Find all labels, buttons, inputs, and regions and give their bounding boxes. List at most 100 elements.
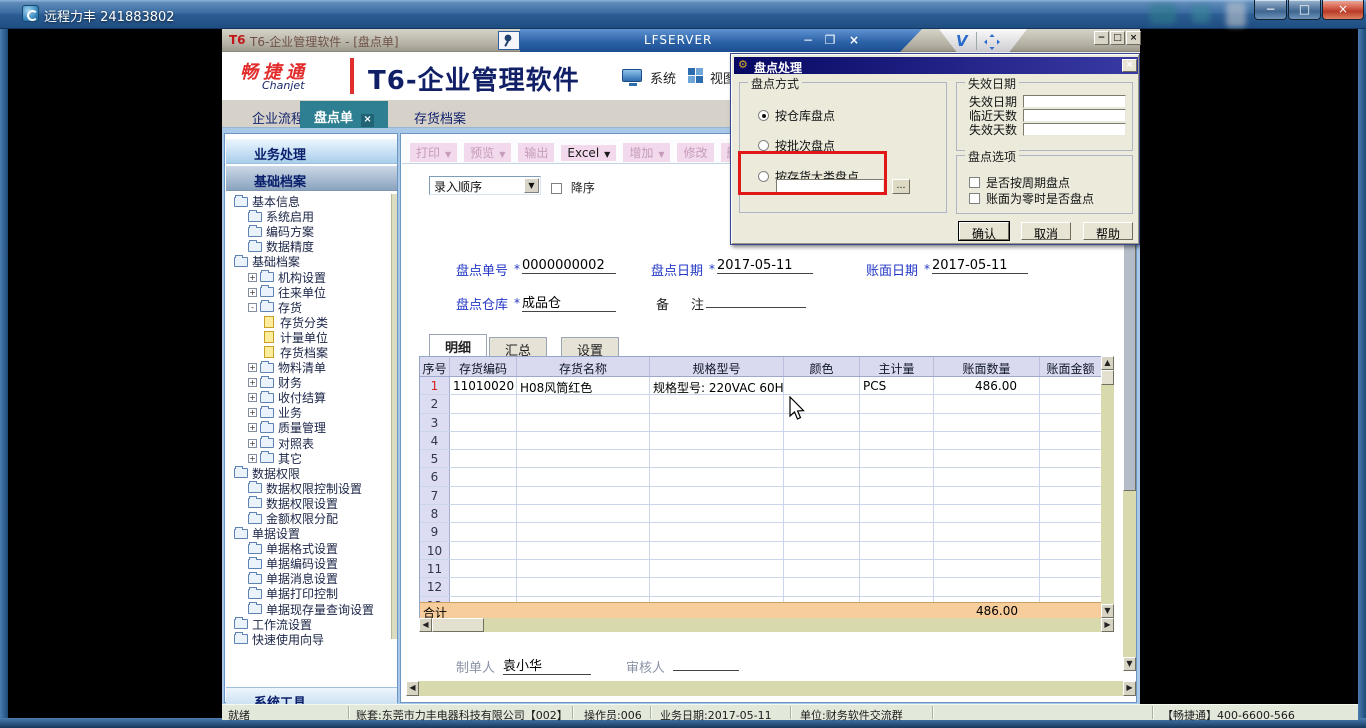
grid-cell[interactable] xyxy=(650,468,784,486)
grid-cell[interactable]: 11 xyxy=(420,559,450,578)
sidebar-item-快速使用向导[interactable]: 快速使用向导 xyxy=(226,632,391,646)
tab-盘点单[interactable]: 盘点单 × xyxy=(300,101,389,128)
grid-cell[interactable] xyxy=(1040,450,1102,468)
grid-cell[interactable] xyxy=(934,431,1040,450)
grid-cell[interactable]: 规格型号: 220VAC 60HZ xyxy=(650,377,784,395)
grid-cell[interactable] xyxy=(860,450,934,468)
grid-cell[interactable] xyxy=(860,486,934,505)
chevron-down-icon[interactable]: ▼ xyxy=(499,150,505,159)
grid-cell[interactable] xyxy=(934,505,1040,523)
grid-cell[interactable] xyxy=(450,541,517,559)
dialog-close-button[interactable]: × xyxy=(1122,59,1137,72)
toolbar-button-预览[interactable]: 预览 ▼ xyxy=(464,143,512,162)
expand-icon[interactable]: + xyxy=(248,287,257,297)
table-row[interactable]: 12 xyxy=(420,578,1113,597)
expand-icon[interactable]: + xyxy=(248,272,257,282)
grid-cell[interactable] xyxy=(860,541,934,559)
grid-vscrollbar[interactable]: ▲ ▼ xyxy=(1101,356,1114,618)
grid-cell[interactable] xyxy=(517,578,650,596)
browse-button[interactable]: … xyxy=(892,179,910,194)
grid-cell[interactable]: PCS xyxy=(860,377,934,395)
scroll-down-icon[interactable]: ▼ xyxy=(1101,604,1114,618)
book-date-value[interactable]: 2017-05-11 xyxy=(932,258,1028,274)
grid-cell[interactable] xyxy=(784,431,860,450)
帮助-button[interactable]: 帮助 xyxy=(1083,222,1133,241)
grid-cell[interactable] xyxy=(650,395,784,413)
scroll-left-icon[interactable]: ◀ xyxy=(419,618,432,632)
grid-cell[interactable] xyxy=(860,578,934,596)
grid-cell[interactable] xyxy=(860,559,934,578)
sidebar-item-存货[interactable]: - 存货 xyxy=(226,300,391,315)
grid-rows[interactable]: 1 11010020 H08风筒红色 规格型号: 220VAC 60HZ PCS 486.… xyxy=(420,377,1113,602)
grid-cell[interactable] xyxy=(450,395,517,413)
table-row[interactable]: 8 xyxy=(420,505,1113,524)
radio-option-按仓库盘点[interactable]: 按仓库盘点 xyxy=(758,107,835,124)
grid-cell[interactable] xyxy=(650,431,784,450)
sidebar-item-单据消息设置[interactable]: 单据消息设置 xyxy=(226,571,391,586)
grid-cell[interactable]: 10 xyxy=(420,541,450,559)
table-row[interactable]: 11 xyxy=(420,559,1113,579)
session-minimize-button[interactable]: − xyxy=(800,33,816,47)
grid-cell[interactable] xyxy=(517,505,650,523)
chevron-collapse-icon[interactable]: V xyxy=(956,32,968,50)
date-value[interactable]: 2017-05-11 xyxy=(717,258,813,274)
grid-cell[interactable] xyxy=(650,541,784,559)
grid-cell[interactable] xyxy=(650,413,784,431)
grid-cell[interactable]: 7 xyxy=(420,486,450,505)
detail-tab-设置[interactable]: 设置 xyxy=(561,337,619,359)
sidebar-item-数据精度[interactable]: 数据精度 xyxy=(226,239,391,254)
sidebar-item-单据格式设置[interactable]: 单据格式设置 xyxy=(226,541,391,556)
session-pin-button[interactable] xyxy=(498,31,520,50)
sidebar-item-存货档案[interactable]: 存货档案 xyxy=(226,345,391,360)
grid-cell[interactable] xyxy=(860,413,934,431)
four-arrows-icon[interactable] xyxy=(984,34,1000,50)
grid-cell[interactable] xyxy=(784,523,860,541)
grid-cell[interactable] xyxy=(450,468,517,486)
sidebar-item-对照表[interactable]: + 对照表 xyxy=(226,436,391,451)
sidebar-item-计量单位[interactable]: 计量单位 xyxy=(226,330,391,345)
table-row[interactable]: 13 xyxy=(420,596,1113,602)
collapse-icon[interactable]: - xyxy=(248,302,257,312)
inventory-grid[interactable]: 序号 存货编码 存货名称 规格型号 颜色 主计量 账面数量 账面金额 1 11010020 H08… xyxy=(419,356,1114,620)
radio-icon[interactable] xyxy=(758,110,769,121)
grid-cell[interactable] xyxy=(934,596,1040,602)
grid-cell[interactable] xyxy=(784,541,860,559)
grid-cell[interactable]: 4 xyxy=(420,431,450,450)
grid-cell[interactable] xyxy=(784,450,860,468)
scroll-left-icon[interactable]: ◀ xyxy=(406,681,419,696)
toolbar-button-Excel[interactable]: Excel ▼ xyxy=(561,145,617,161)
sort-order-select[interactable]: 录入顺序 ▼ xyxy=(429,176,541,195)
grid-cell[interactable] xyxy=(1040,377,1102,395)
checkbox-是否按周期盘点[interactable]: 是否按周期盘点 xyxy=(969,174,1070,191)
grid-hscroll-thumb[interactable] xyxy=(432,618,484,632)
sidebar-item-数据权限[interactable]: 数据权限 xyxy=(226,466,391,481)
grid-cell[interactable] xyxy=(450,523,517,541)
radio-icon[interactable] xyxy=(758,140,769,151)
expand-icon[interactable]: + xyxy=(248,453,257,463)
descending-checkbox-row[interactable]: 降序 xyxy=(551,179,595,196)
table-row[interactable]: 4 xyxy=(420,431,1113,451)
grid-cell[interactable] xyxy=(650,578,784,596)
descending-checkbox[interactable] xyxy=(551,183,562,194)
grid-cell[interactable] xyxy=(517,395,650,413)
toolbar-button-打印[interactable]: 打印 ▼ xyxy=(410,143,458,162)
grid-cell[interactable] xyxy=(934,413,1040,431)
grid-cell[interactable] xyxy=(650,450,784,468)
grid-cell[interactable] xyxy=(1040,559,1102,578)
sidebar-section-basedata[interactable]: 基础档案 xyxy=(226,166,397,191)
sidebar-item-基础档案[interactable]: 基础档案 xyxy=(226,254,391,269)
grid-cell[interactable] xyxy=(860,468,934,486)
grid-cell[interactable]: H08风筒红色 xyxy=(517,377,650,395)
dialog-titlebar[interactable]: ⚙ 盘点处理 × xyxy=(734,57,1138,75)
grid-cell[interactable]: 1 xyxy=(420,377,450,395)
toolbar-button-输出[interactable]: 输出 xyxy=(518,143,555,162)
grid-cell[interactable] xyxy=(650,523,784,541)
grid-cell[interactable] xyxy=(450,596,517,602)
tab-close-icon[interactable]: × xyxy=(361,114,375,127)
grid-cell[interactable] xyxy=(860,395,934,413)
sidebar-scrollbar[interactable] xyxy=(391,194,397,639)
grid-col-存货编码[interactable]: 存货编码 xyxy=(450,357,517,376)
grid-cell[interactable] xyxy=(650,559,784,578)
t6-minimize-button[interactable]: − xyxy=(1094,31,1109,45)
grid-col-存货名称[interactable]: 存货名称 xyxy=(517,357,650,376)
